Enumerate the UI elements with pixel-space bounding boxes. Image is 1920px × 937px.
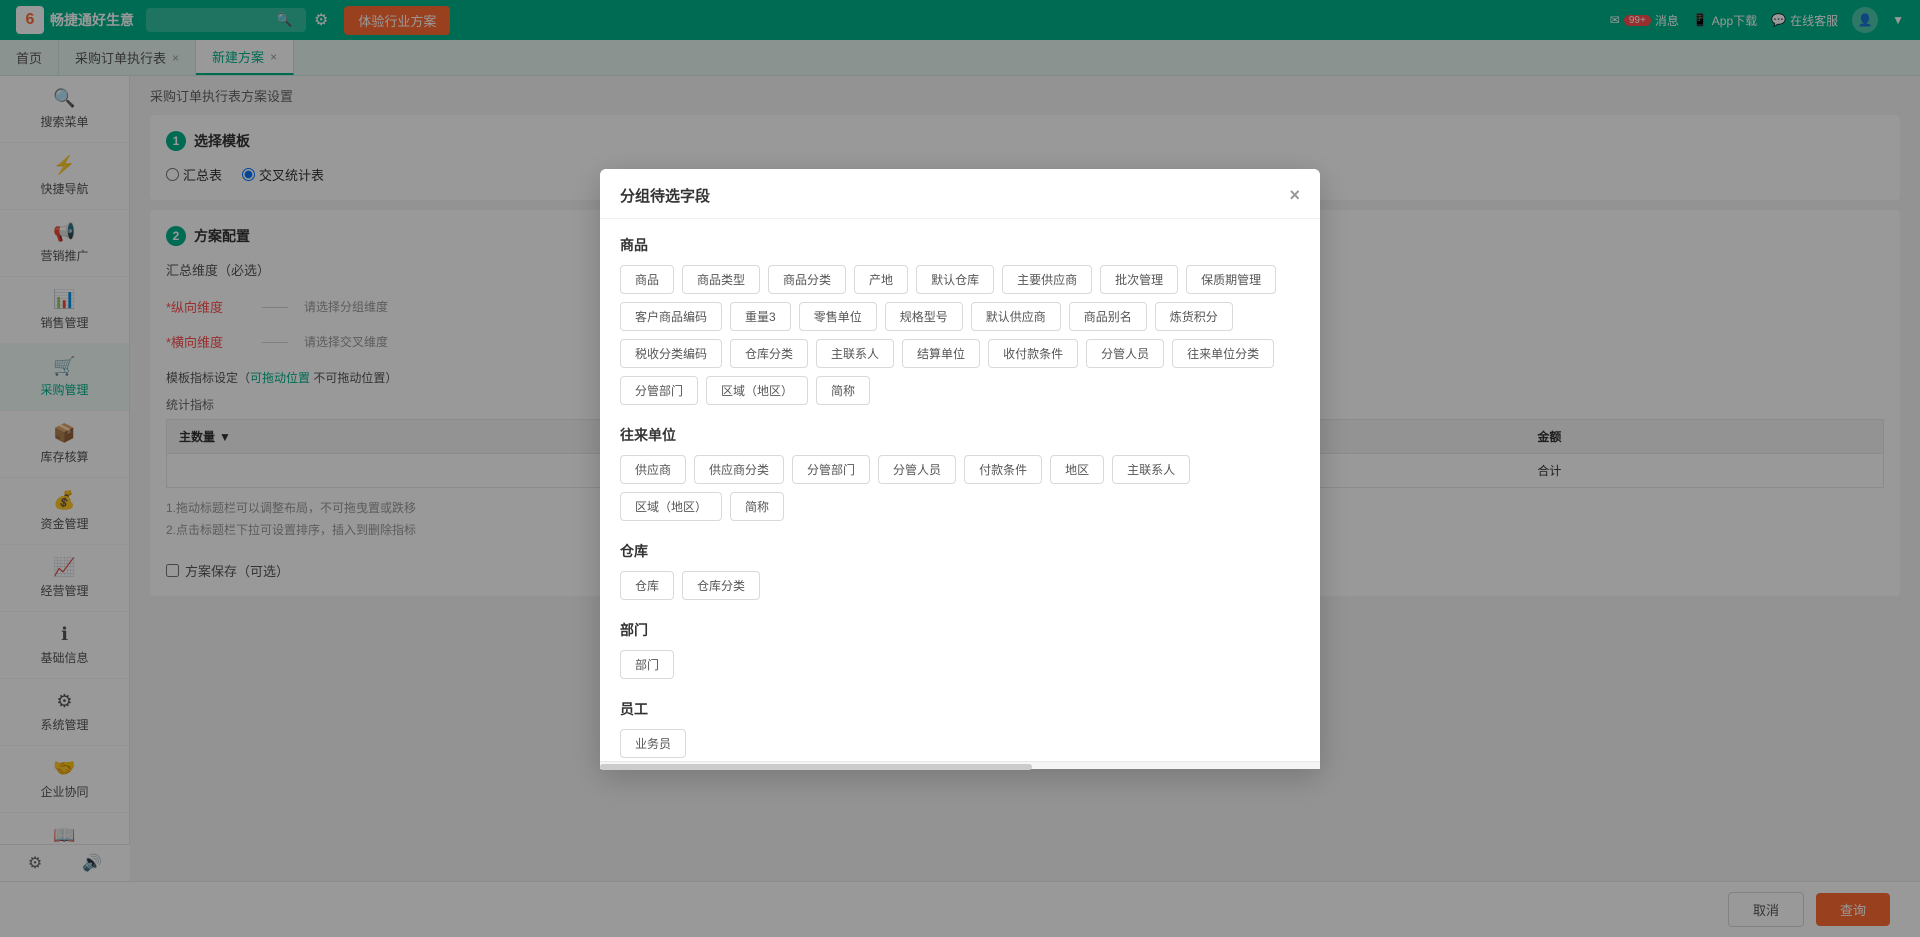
category-dept-title: 部门 (620, 620, 1300, 640)
field-default-warehouse[interactable]: 默认仓库 (916, 265, 994, 294)
field-product-category[interactable]: 商品分类 (768, 265, 846, 294)
field-default-supplier[interactable]: 默认供应商 (971, 302, 1061, 331)
field-batch-mgmt[interactable]: 批次管理 (1100, 265, 1178, 294)
field-settlement-unit[interactable]: 结算单位 (902, 339, 980, 368)
field-product[interactable]: 商品 (620, 265, 674, 294)
category-party: 往来单位 供应商 供应商分类 分管部门 分管人员 付款条件 地区 主联系人 区域… (620, 425, 1300, 521)
field-party-payment[interactable]: 付款条件 (964, 455, 1042, 484)
field-shelf-life[interactable]: 保质期管理 (1186, 265, 1276, 294)
category-product-fields: 商品 商品类型 商品分类 产地 默认仓库 主要供应商 批次管理 保质期管理 客户… (620, 265, 1300, 405)
category-employee: 员工 业务员 (620, 699, 1300, 758)
modal-body: 商品 商品 商品类型 商品分类 产地 默认仓库 主要供应商 批次管理 保质期管理… (600, 219, 1320, 761)
field-main-contact[interactable]: 主联系人 (816, 339, 894, 368)
category-employee-fields: 业务员 (620, 729, 1300, 758)
field-supplier-category[interactable]: 供应商分类 (694, 455, 784, 484)
field-party-manager[interactable]: 分管人员 (878, 455, 956, 484)
category-dept-fields: 部门 (620, 650, 1300, 679)
category-dept: 部门 部门 (620, 620, 1300, 679)
field-customer-code[interactable]: 客户商品编码 (620, 302, 722, 331)
field-party-short[interactable]: 简称 (730, 492, 784, 521)
category-warehouse-fields: 仓库 仓库分类 (620, 571, 1300, 600)
field-dept[interactable]: 部门 (620, 650, 674, 679)
field-main-supplier[interactable]: 主要供应商 (1002, 265, 1092, 294)
modal-overlay[interactable]: 分组待选字段 × 商品 商品 商品类型 商品分类 产地 默认仓库 主要供应商 批… (0, 0, 1920, 937)
category-warehouse: 仓库 仓库 仓库分类 (620, 541, 1300, 600)
field-weight[interactable]: 重量3 (730, 302, 791, 331)
field-region-product[interactable]: 区域（地区） (706, 376, 808, 405)
field-product-alias[interactable]: 商品别名 (1069, 302, 1147, 331)
category-product-title: 商品 (620, 235, 1300, 255)
field-spec-model[interactable]: 规格型号 (885, 302, 963, 331)
field-party-dept[interactable]: 分管部门 (792, 455, 870, 484)
category-product: 商品 商品 商品类型 商品分类 产地 默认仓库 主要供应商 批次管理 保质期管理… (620, 235, 1300, 405)
field-warehouse[interactable]: 仓库 (620, 571, 674, 600)
field-dept-in-charge[interactable]: 分管部门 (620, 376, 698, 405)
field-party-category[interactable]: 往来单位分类 (1172, 339, 1274, 368)
category-party-fields: 供应商 供应商分类 分管部门 分管人员 付款条件 地区 主联系人 区域（地区） … (620, 455, 1300, 521)
field-product-type[interactable]: 商品类型 (682, 265, 760, 294)
field-party-contact[interactable]: 主联系人 (1112, 455, 1190, 484)
field-practice-points[interactable]: 炼货积分 (1155, 302, 1233, 331)
category-employee-title: 员工 (620, 699, 1300, 719)
field-manager[interactable]: 分管人员 (1086, 339, 1164, 368)
field-payment-terms[interactable]: 收付款条件 (988, 339, 1078, 368)
field-party-region[interactable]: 地区 (1050, 455, 1104, 484)
field-warehouse-cat[interactable]: 仓库分类 (682, 571, 760, 600)
field-warehouse-category[interactable]: 仓库分类 (730, 339, 808, 368)
field-tax-code[interactable]: 税收分类编码 (620, 339, 722, 368)
modal-horizontal-scrollbar[interactable] (600, 761, 1320, 769)
modal-close-button[interactable]: × (1289, 186, 1300, 204)
category-warehouse-title: 仓库 (620, 541, 1300, 561)
field-retail-unit[interactable]: 零售单位 (799, 302, 877, 331)
modal-header: 分组待选字段 × (600, 169, 1320, 219)
field-supplier[interactable]: 供应商 (620, 455, 686, 484)
modal-title: 分组待选字段 (620, 185, 710, 206)
field-selection-modal: 分组待选字段 × 商品 商品 商品类型 商品分类 产地 默认仓库 主要供应商 批… (600, 169, 1320, 769)
field-origin[interactable]: 产地 (854, 265, 908, 294)
field-salesperson[interactable]: 业务员 (620, 729, 686, 758)
modal-scroll-thumb (600, 764, 1032, 770)
category-party-title: 往来单位 (620, 425, 1300, 445)
field-short-name[interactable]: 简称 (816, 376, 870, 405)
field-party-area[interactable]: 区域（地区） (620, 492, 722, 521)
